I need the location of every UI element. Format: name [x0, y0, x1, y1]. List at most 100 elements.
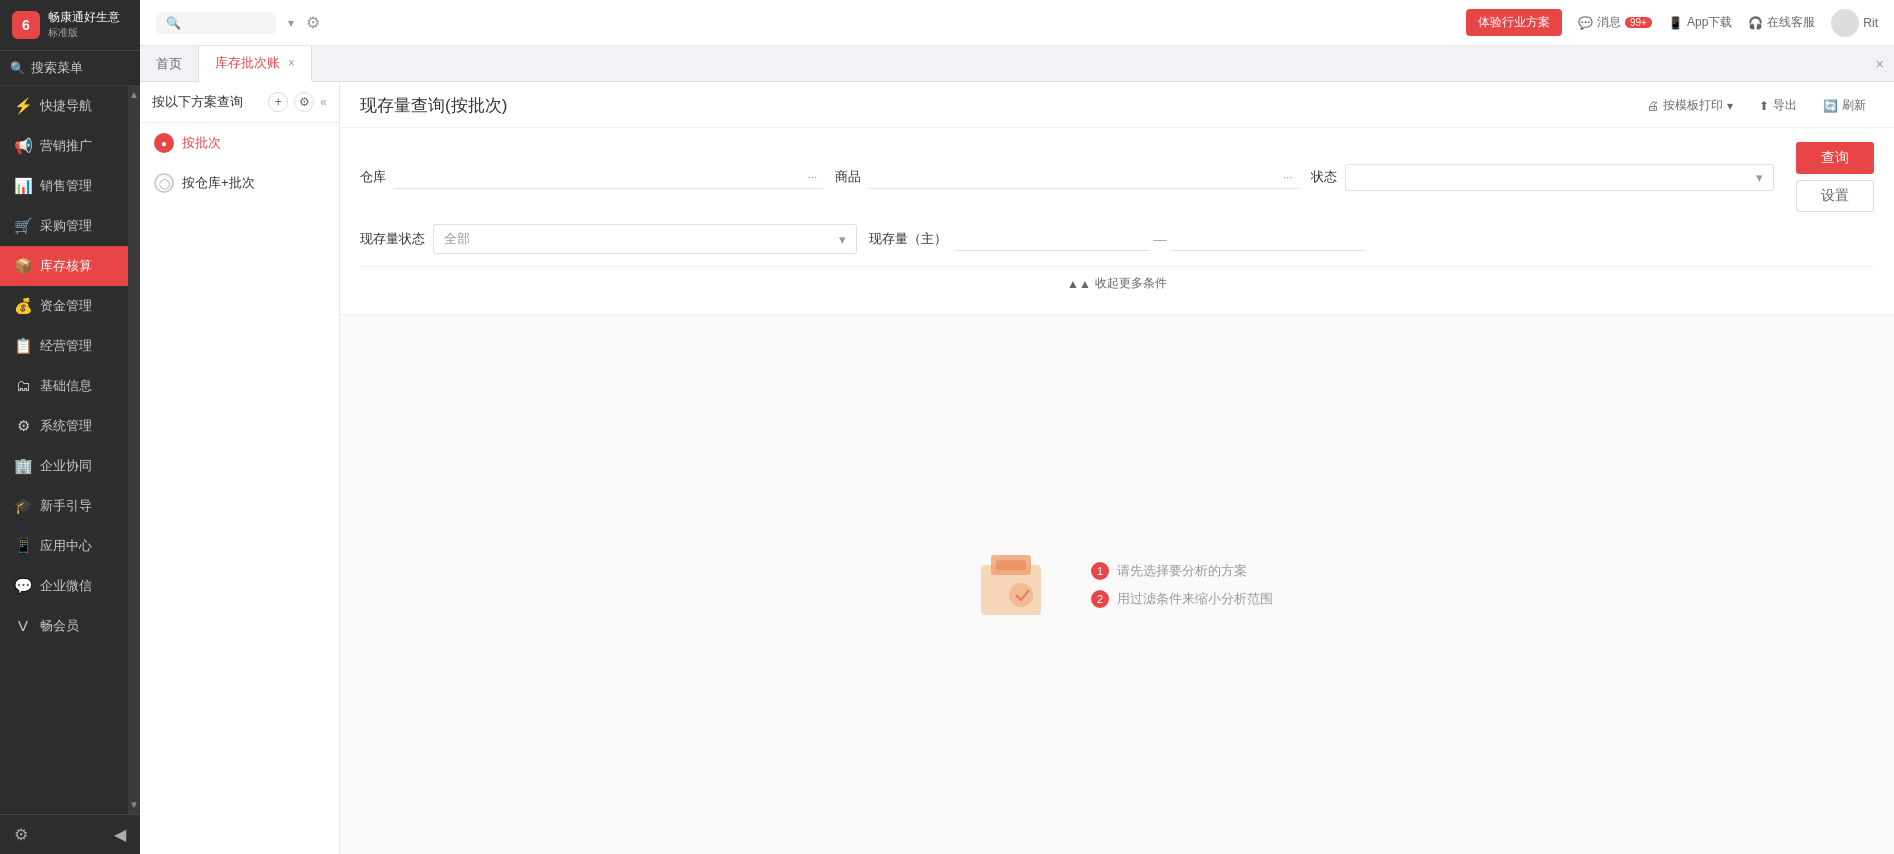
sidebar-item-finance[interactable]: 💰 资金管理 — [0, 286, 128, 326]
sidebar-item-system[interactable]: ⚙ 系统管理 — [0, 406, 128, 446]
nav-label-newbie: 新手引导 — [40, 497, 92, 515]
sidebar-item-wechat[interactable]: 💬 企业微信 — [0, 566, 128, 606]
refresh-icon: 🔄 — [1823, 99, 1838, 113]
page-header: 现存量查询(按批次) 🖨 按模板打印 ▾ ⬆ 导出 🔄 刷新 — [340, 82, 1894, 128]
status-select[interactable]: ▾ — [1345, 164, 1774, 191]
schema-label-by-warehouse-batch: 按仓库+批次 — [182, 174, 255, 192]
nav-label-quick-nav: 快捷导航 — [40, 97, 92, 115]
quantity-dash: — — [1154, 232, 1167, 247]
warehouse-input-wrapper[interactable]: ··· — [394, 165, 823, 189]
sidebar-item-apps[interactable]: 📱 应用中心 — [0, 526, 128, 566]
page-title: 现存量查询(按批次) — [360, 94, 507, 117]
nav-icon-apps: 📱 — [14, 537, 32, 555]
main-area: 🔍 ▾ ⚙ 体验行业方案 💬 消息 99+ 📱 App下载 🎧 在线客服 — [140, 0, 1894, 854]
app-download-item[interactable]: 📱 App下载 — [1668, 14, 1732, 31]
product-input-wrapper[interactable]: ··· — [869, 165, 1298, 189]
tab-right-actions: × — [1876, 56, 1894, 72]
collapse-sidebar-icon[interactable]: ◀ — [114, 825, 126, 844]
sidebar-search[interactable]: 🔍 搜索菜单 — [0, 51, 140, 86]
nav-icon-basic: 🗂 — [14, 377, 32, 394]
sidebar-item-inventory[interactable]: 📦 库存核算 — [0, 246, 128, 286]
tip1-number: 1 — [1091, 562, 1109, 580]
status-dropdown-icon: ▾ — [1756, 170, 1763, 185]
filter-row-2: 现存量状态 全部 ▾ 现存量（主） — — [360, 224, 1874, 254]
sidebar-item-newbie[interactable]: 🎓 新手引导 — [0, 486, 128, 526]
inventory-status-select[interactable]: 全部 ▾ — [433, 224, 857, 254]
header-gear-icon[interactable]: ⚙ — [306, 13, 320, 32]
filter-row-1: 仓库 ··· 商品 ··· — [360, 142, 1874, 212]
refresh-label: 刷新 — [1842, 97, 1866, 114]
quantity-field: 现存量（主） — — [869, 227, 1366, 251]
print-dropdown-icon[interactable]: ▾ — [1727, 99, 1733, 113]
close-all-tabs-icon[interactable]: × — [1876, 56, 1884, 72]
nav-icon-purchase: 🛒 — [14, 217, 32, 235]
online-service-label: 在线客服 — [1767, 14, 1815, 31]
quantity-min-input[interactable] — [961, 231, 1144, 246]
tab-label-batch-ledger: 库存批次账 — [215, 54, 280, 72]
tab-home[interactable]: 首页 — [140, 46, 199, 82]
settings-schema-button[interactable]: ⚙ — [294, 92, 314, 112]
warehouse-label: 仓库 — [360, 168, 386, 186]
sidebar-item-marketing[interactable]: 📢 营销推广 — [0, 126, 128, 166]
product-more-icon[interactable]: ··· — [1283, 170, 1293, 184]
sidebar-item-operations[interactable]: 📋 经营管理 — [0, 326, 128, 366]
sidebar-item-quick-nav[interactable]: ⚡ 快捷导航 — [0, 86, 128, 126]
tab-close-batch-ledger[interactable]: × — [288, 56, 295, 70]
warehouse-more-icon[interactable]: ··· — [807, 170, 817, 184]
inventory-status-field: 现存量状态 全部 ▾ — [360, 224, 857, 254]
sidebar-item-enterprise[interactable]: 🏢 企业协同 — [0, 446, 128, 486]
top-header: 🔍 ▾ ⚙ 体验行业方案 💬 消息 99+ 📱 App下载 🎧 在线客服 — [140, 0, 1894, 46]
warehouse-input[interactable] — [400, 169, 803, 184]
export-button[interactable]: ⬆ 导出 — [1751, 94, 1805, 117]
nav-icon-system: ⚙ — [14, 417, 32, 435]
nav-label-operations: 经营管理 — [40, 337, 92, 355]
header-search-bar[interactable]: 🔍 — [156, 12, 276, 34]
messages-item[interactable]: 💬 消息 99+ — [1578, 14, 1652, 31]
nav-label-inventory: 库存核算 — [40, 257, 92, 275]
status-field: 状态 ▾ — [1311, 164, 1774, 191]
scroll-down-arrow[interactable]: ▼ — [129, 800, 139, 810]
settings-icon[interactable]: ⚙ — [14, 825, 28, 844]
schema-item-by-batch[interactable]: ● 按批次 — [140, 123, 339, 163]
collapse-panel-icon[interactable]: « — [320, 95, 327, 109]
quantity-min-wrapper[interactable] — [955, 227, 1150, 251]
online-service-item[interactable]: 🎧 在线客服 — [1748, 14, 1815, 31]
nav-label-wechat: 企业微信 — [40, 577, 92, 595]
quantity-max-wrapper[interactable] — [1171, 227, 1366, 251]
add-schema-button[interactable]: + — [268, 92, 288, 112]
refresh-button[interactable]: 🔄 刷新 — [1815, 94, 1874, 117]
set-button[interactable]: 设置 — [1796, 180, 1874, 212]
schema-item-by-warehouse-batch[interactable]: ◯ 按仓库+批次 — [140, 163, 339, 203]
tab-batch-ledger[interactable]: 库存批次账 × — [199, 46, 312, 82]
app-title-block: 畅康通好生意 标准版 — [48, 10, 120, 40]
left-panel-header-actions: + ⚙ « — [268, 92, 327, 112]
sidebar-item-sales[interactable]: 📊 销售管理 — [0, 166, 128, 206]
query-button[interactable]: 查询 — [1796, 142, 1874, 174]
schema-label-by-batch: 按批次 — [182, 134, 221, 152]
product-input[interactable] — [875, 169, 1278, 184]
user-avatar — [1831, 9, 1859, 37]
nav-label-marketing: 营销推广 — [40, 137, 92, 155]
tip2-text: 用过滤条件来缩小分析范围 — [1117, 590, 1273, 608]
sidebar-item-basic[interactable]: 🗂 基础信息 — [0, 366, 128, 406]
right-section: 现存量查询(按批次) 🖨 按模板打印 ▾ ⬆ 导出 🔄 刷新 — [340, 82, 1894, 854]
sidebar: 6 畅康通好生意 标准版 🔍 搜索菜单 ⚡ 快捷导航 📢 营销推广 📊 销售管理… — [0, 0, 140, 854]
header-dropdown-icon[interactable]: ▾ — [288, 16, 294, 30]
user-avatar-item[interactable]: Rit — [1831, 9, 1878, 37]
nav-icon-inventory: 📦 — [14, 257, 32, 275]
search-icon: 🔍 — [10, 61, 25, 75]
print-label: 按模板打印 — [1663, 97, 1723, 114]
nav-label-enterprise: 企业协同 — [40, 457, 92, 475]
try-industry-button[interactable]: 体验行业方案 — [1466, 9, 1562, 36]
sidebar-item-purchase[interactable]: 🛒 采购管理 — [0, 206, 128, 246]
headset-icon: 🎧 — [1748, 16, 1763, 30]
sidebar-header: 6 畅康通好生意 标准版 — [0, 0, 140, 51]
messages-badge: 99+ — [1625, 17, 1652, 28]
scroll-up-arrow[interactable]: ▲ — [129, 90, 139, 100]
header-left: 🔍 ▾ ⚙ — [156, 12, 320, 34]
collapse-more-button[interactable]: ▲▲ 收起更多条件 — [360, 266, 1874, 300]
quantity-max-input[interactable] — [1177, 231, 1360, 246]
print-template-button[interactable]: 🖨 按模板打印 ▾ — [1639, 94, 1741, 117]
empty-state-icon — [961, 535, 1061, 635]
sidebar-item-member[interactable]: V 畅会员 — [0, 606, 128, 646]
